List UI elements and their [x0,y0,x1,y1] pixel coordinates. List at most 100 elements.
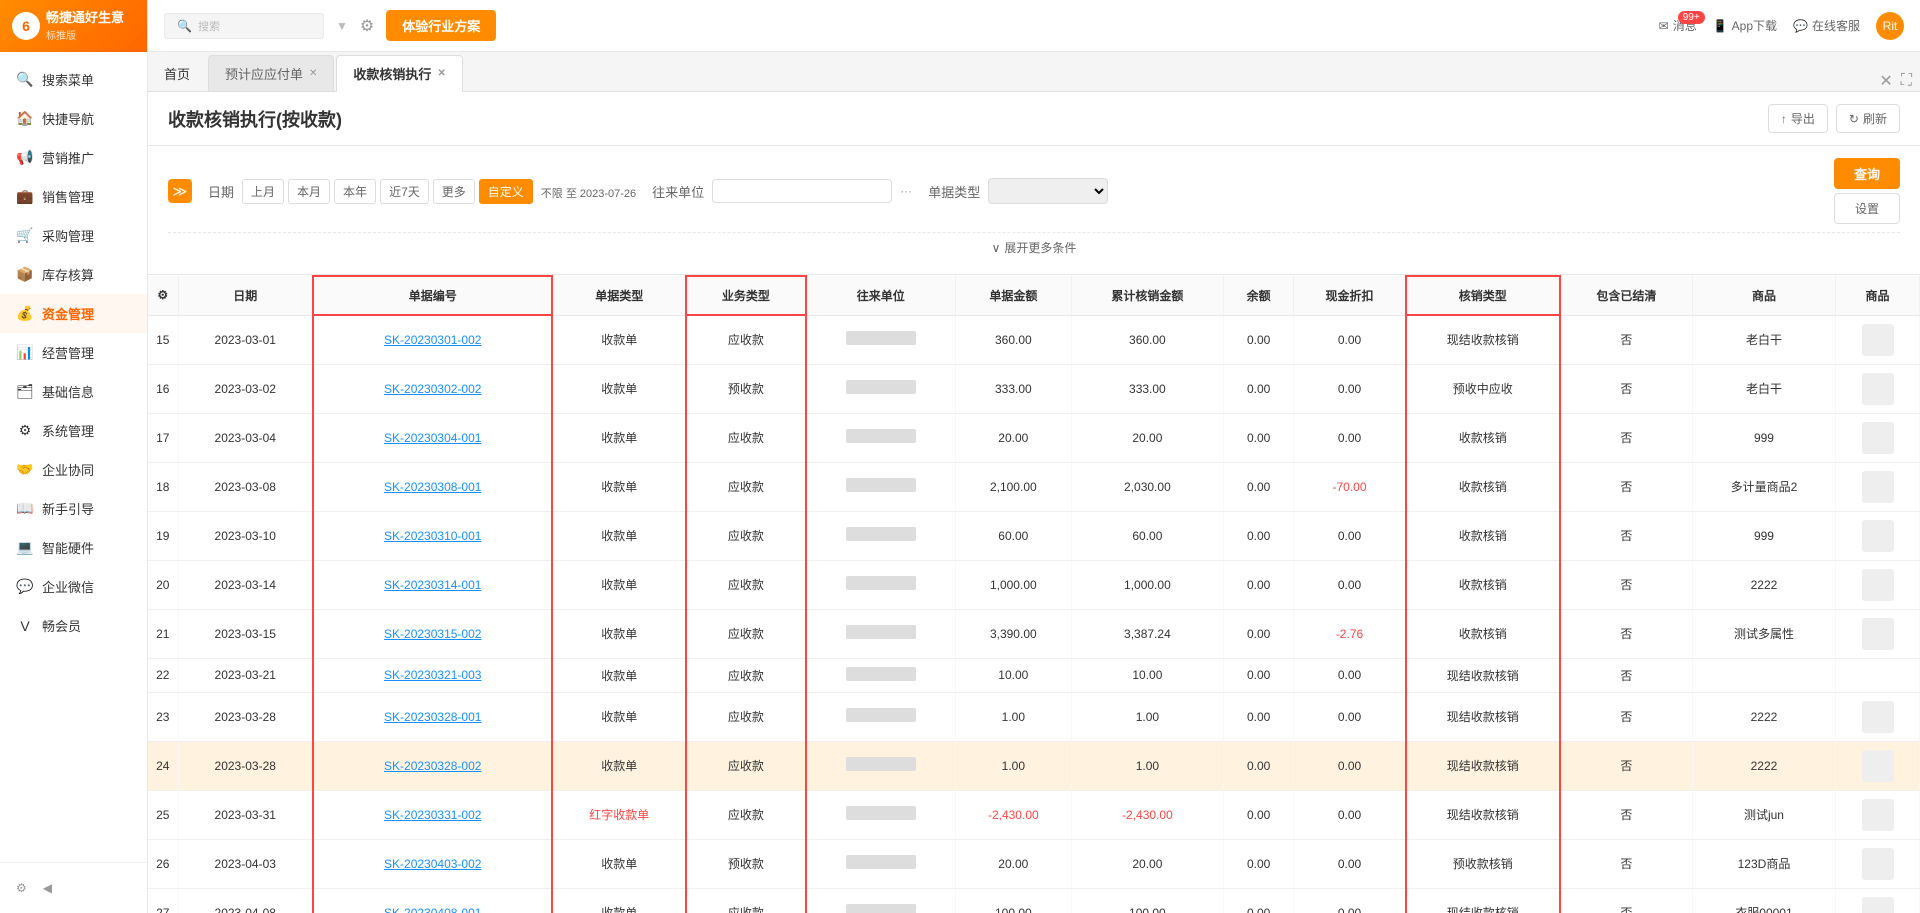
page-content: 收款核销执行(按收款) ↑ 导出 ↻ 刷新 ≫ 日期 上月 [148,92,1920,913]
tab-expand-icon[interactable]: ⛶ [1901,72,1912,90]
bill-link[interactable]: SK-20230403-002 [384,857,481,871]
expand-more-button[interactable]: ∨ 展开更多条件 [168,232,1900,262]
td-bill-no[interactable]: SK-20230315-002 [313,609,553,658]
td-bill-no[interactable]: SK-20230331-002 [313,790,553,839]
bill-link[interactable]: SK-20230314-001 [384,578,481,592]
td-goods1: 衣服00001 [1692,888,1835,913]
tab-pending[interactable]: 预计应应付单 ✕ [208,55,334,91]
tab-pending-close[interactable]: ✕ [309,68,317,79]
filter-date-label: 日期 [208,182,234,201]
search-dropdown-icon[interactable]: ▼ [336,19,348,33]
goods-thumbnail [1862,471,1894,503]
sidebar-item-system[interactable]: ⚙ 系统管理 [0,411,147,450]
tab-close-all-icon[interactable]: ✕ [1879,71,1892,91]
td-bill-no[interactable]: SK-20230308-001 [313,462,553,511]
filter-partner-input[interactable] [712,179,892,203]
th-gear[interactable]: ⚙ [148,276,178,315]
td-bill-no[interactable]: SK-20230408-001 [313,888,553,913]
td-date: 2023-03-02 [178,364,313,413]
message-button[interactable]: ✉ 消息 99+ [1659,17,1697,34]
tab-collection-close[interactable]: ✕ [437,68,445,79]
bill-link[interactable]: SK-20230408-001 [384,906,481,913]
table-row: 202023-03-14SK-20230314-001收款单应收款1,000.0… [148,560,1920,609]
td-discount: 0.00 [1294,692,1406,741]
filter-this-month[interactable]: 本月 [288,179,330,204]
bill-link[interactable]: SK-20230328-002 [384,759,481,773]
sidebar-item-quick[interactable]: 🏠 快捷导航 [0,99,147,138]
td-partner [806,413,956,462]
filter-more[interactable]: 更多 [433,179,475,204]
td-bill-no[interactable]: SK-20230310-001 [313,511,553,560]
tab-collection[interactable]: 收款核销执行 ✕ [336,55,462,92]
service-button[interactable]: 💬 在线客服 [1793,17,1860,34]
td-bill-no[interactable]: SK-20230304-001 [313,413,553,462]
filter-partner-label: 往来单位 [652,182,704,201]
solution-button[interactable]: 体验行业方案 [386,10,496,41]
filter-last-month[interactable]: 上月 [242,179,284,204]
bill-link[interactable]: SK-20230308-001 [384,480,481,494]
bill-link[interactable]: SK-20230331-002 [384,808,481,822]
td-amount: 3,390.00 [955,609,1071,658]
filter-7days[interactable]: 近7天 [380,179,429,204]
filter-row: ≫ 日期 上月 本月 本年 近7天 更多 自定义 不限 至 2023-07-26… [168,158,1900,224]
td-bill-no[interactable]: SK-20230321-003 [313,658,553,692]
filter-more-dots[interactable]: ··· [900,184,912,198]
table-row: 172023-03-04SK-20230304-001收款单应收款20.0020… [148,413,1920,462]
th-accum: 累计核销金额 [1071,276,1223,315]
filter-toggle-button[interactable]: ≫ [168,179,192,203]
page-header-actions: ↑ 导出 ↻ 刷新 [1768,104,1900,133]
sidebar-item-purchase[interactable]: 🛒 采购管理 [0,216,147,255]
th-balance: 余额 [1224,276,1294,315]
bill-link[interactable]: SK-20230301-002 [384,333,481,347]
refresh-button[interactable]: ↻ 刷新 [1836,104,1900,133]
td-partner [806,692,956,741]
sidebar-item-sales[interactable]: 💼 销售管理 [0,177,147,216]
sidebar-item-hardware[interactable]: 💻 智能硬件 [0,528,147,567]
td-amount: 1.00 [955,692,1071,741]
collapse-icon[interactable]: ◀ [43,881,52,895]
filter-settings-button[interactable]: 设置 [1834,193,1900,224]
filter-billtype-select[interactable] [988,178,1108,204]
export-button[interactable]: ↑ 导出 [1768,104,1828,133]
td-bill-type: 收款单 [552,364,685,413]
user-avatar[interactable]: Rit [1876,12,1904,40]
sidebar-item-finance[interactable]: 💰 资金管理 [0,294,147,333]
sidebar: 6 畅捷通好生意 标推版 🔍 搜索菜单 🏠 快捷导航 📢 营销推广 💼 销售管理… [0,0,148,913]
td-bill-no[interactable]: SK-20230403-002 [313,839,553,888]
sidebar-label-marketing: 营销推广 [42,148,94,167]
td-bill-no[interactable]: SK-20230314-001 [313,560,553,609]
sidebar-item-marketing[interactable]: 📢 营销推广 [0,138,147,177]
settings-icon[interactable]: ⚙ [16,881,27,895]
sidebar-item-inventory[interactable]: 📦 库存核算 [0,255,147,294]
bill-link[interactable]: SK-20230302-002 [384,382,481,396]
td-goods1: 老白干 [1692,364,1835,413]
sidebar-item-guide[interactable]: 📖 新手引导 [0,489,147,528]
td-goods2 [1836,462,1920,511]
td-biz-type: 预收款 [686,364,806,413]
app-download-button[interactable]: 📱 App下载 [1713,17,1777,34]
filter-date-group: 日期 上月 本月 本年 近7天 更多 自定义 不限 至 2023-07-26 [208,179,636,204]
topbar-gear-icon[interactable]: ⚙ [360,16,374,36]
td-bill-no[interactable]: SK-20230302-002 [313,364,553,413]
sidebar-item-search[interactable]: 🔍 搜索菜单 [0,60,147,99]
filter-custom[interactable]: 自定义 [479,179,533,204]
td-bill-no[interactable]: SK-20230301-002 [313,315,553,364]
bill-link[interactable]: SK-20230310-001 [384,529,481,543]
bill-link[interactable]: SK-20230315-002 [384,627,481,641]
td-accum: 1,000.00 [1071,560,1223,609]
td-discount: 0.00 [1294,658,1406,692]
sidebar-item-wechat[interactable]: 💬 企业微信 [0,567,147,606]
filter-this-year[interactable]: 本年 [334,179,376,204]
sidebar-item-basic[interactable]: 🗂 基础信息 [0,372,147,411]
sidebar-item-operation[interactable]: 📊 经营管理 [0,333,147,372]
bill-link[interactable]: SK-20230321-003 [384,668,481,682]
sidebar-item-corp[interactable]: 🤝 企业协同 [0,450,147,489]
td-bill-no[interactable]: SK-20230328-002 [313,741,553,790]
bill-link[interactable]: SK-20230328-001 [384,710,481,724]
message-badge: 99+ [1678,11,1705,24]
bill-link[interactable]: SK-20230304-001 [384,431,481,445]
sidebar-item-member[interactable]: V 畅会员 [0,606,147,645]
tab-home[interactable]: 首页 [148,56,206,91]
query-button[interactable]: 查询 [1834,158,1900,189]
td-bill-no[interactable]: SK-20230328-001 [313,692,553,741]
